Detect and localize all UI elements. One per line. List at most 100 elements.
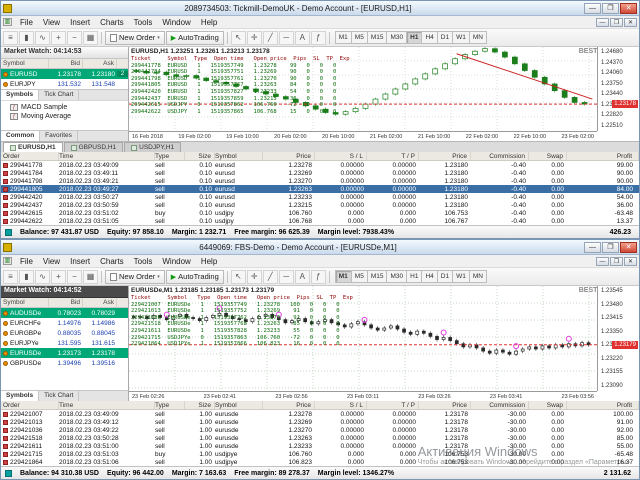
market-watch-row[interactable]: AUDUSDe 0.78023 0.78029 (1, 308, 128, 318)
line-chart-icon[interactable]: ∿ (35, 269, 50, 284)
orders-column-t-p[interactable]: T / P (367, 401, 419, 409)
orders-column-s-l[interactable]: S / L (315, 401, 367, 409)
indicators-icon[interactable]: ƒ (310, 269, 326, 284)
tile-windows-icon[interactable]: ▦ (83, 30, 98, 45)
tile-windows-icon[interactable]: ▦ (83, 269, 98, 284)
orders-column-size[interactable]: Size (185, 152, 215, 160)
order-row[interactable]: 229421864 2018.02.23 03:51:06 sell 1.00 usdj… (1, 458, 639, 466)
text-label-icon[interactable]: A (294, 269, 310, 284)
tab-common[interactable]: Common (1, 131, 41, 141)
zoom-in-icon[interactable]: + (51, 269, 66, 284)
timeframe-button-m1[interactable]: M1 (334, 270, 352, 283)
orders-column-price[interactable]: Price (263, 152, 315, 160)
order-row[interactable]: 299441784 2018.02.23 03:49:11 sell 0.10 euru… (1, 169, 639, 177)
minimize-button[interactable]: — (584, 241, 601, 253)
menu-item-window[interactable]: Window (157, 17, 195, 28)
horizontal-line-icon[interactable]: ─ (278, 269, 294, 284)
mdi-minimize-button[interactable]: — (596, 256, 609, 266)
orders-column-type[interactable]: Type (155, 152, 185, 160)
order-row[interactable]: 299442437 2018.02.23 03:50:59 sell 0.10 euru… (1, 201, 639, 209)
market-watch-column-ask[interactable]: Ask (83, 59, 117, 68)
order-row[interactable]: 299442615 2018.02.23 03:51:02 buy 0.10 usdjp… (1, 209, 639, 217)
mdi-minimize-button[interactable]: — (596, 17, 609, 27)
timeframe-button-m5[interactable]: M5 (351, 31, 368, 44)
bar-chart-icon[interactable]: ≡ (3, 269, 18, 284)
menu-item-window[interactable]: Window (157, 256, 195, 267)
orders-column-t-p[interactable]: T / P (367, 152, 419, 160)
menu-item-insert[interactable]: Insert (65, 17, 95, 28)
market-watch-column-ask[interactable]: Ask (83, 298, 117, 307)
timeframe-button-m15[interactable]: M15 (367, 31, 388, 44)
menu-item-tools[interactable]: Tools (129, 256, 158, 267)
order-row[interactable]: 299441798 2018.02.23 03:49:21 sell 0.10 euru… (1, 177, 639, 185)
order-row[interactable]: 229421036 2018.02.23 03:49:22 sell 1.00 euru… (1, 426, 639, 434)
order-row[interactable]: 299441778 2018.02.23 03:49:09 sell 0.10 euru… (1, 161, 639, 169)
menu-item-file[interactable]: File (15, 256, 38, 267)
timeframe-button-m30[interactable]: M30 (387, 31, 408, 44)
tab-favorites[interactable]: Favorites (40, 131, 78, 141)
market-watch-row[interactable]: EURCHFe 1.14976 1.14986 (1, 318, 128, 328)
orders-column-swap[interactable]: Swap (529, 152, 567, 160)
titlebar[interactable]: 6449069: FBS-Demo - Demo Account - [EURU… (1, 240, 639, 255)
mdi-close-button[interactable]: ✕ (624, 256, 637, 266)
close-button[interactable]: ✕ (620, 241, 637, 253)
crosshair-icon[interactable]: ✛ (246, 30, 262, 45)
order-row[interactable]: 229421007 2018.02.23 03:49:09 sell 1.00 euru… (1, 410, 639, 418)
orders-column-commission[interactable]: Commission (471, 152, 529, 160)
timeframe-button-m5[interactable]: M5 (351, 270, 368, 283)
navigator-item-moving-average[interactable]: ƒ Moving Average (1, 112, 128, 121)
zoom-out-icon[interactable]: − (67, 269, 82, 284)
menu-item-file[interactable]: File (15, 17, 38, 28)
crosshair-icon[interactable]: ✛ (246, 269, 262, 284)
mdi-restore-button[interactable]: ❐ (610, 17, 623, 27)
order-row[interactable]: 299442420 2018.02.23 03:50:27 sell 0.10 euru… (1, 193, 639, 201)
chart-tab-eurusd-h1[interactable]: EURUSD,H1 (3, 142, 63, 152)
menu-item-insert[interactable]: Insert (65, 256, 95, 267)
market-watch-row[interactable]: EURJPYe 131.595 131.615 (1, 338, 128, 348)
market-watch-row[interactable]: EURJPY 131.532 131.548 (1, 79, 128, 89)
orders-column-price[interactable]: Price (419, 152, 471, 160)
menu-item-view[interactable]: View (38, 17, 65, 28)
timeframe-button-mn[interactable]: MN (469, 270, 487, 283)
tab-symbols[interactable]: Symbols (1, 391, 40, 401)
maximize-button[interactable]: ❐ (602, 2, 619, 14)
orders-column-price[interactable]: Price (419, 401, 471, 409)
menu-item-help[interactable]: Help (196, 256, 222, 267)
order-row[interactable]: 299442622 2018.02.23 03:51:05 sell 0.10 usdj… (1, 217, 639, 225)
cursor-icon[interactable]: ↖ (230, 269, 246, 284)
market-watch-column-symbol[interactable]: Symbol (1, 59, 49, 68)
orders-column-commission[interactable]: Commission (471, 401, 529, 409)
menu-item-charts[interactable]: Charts (95, 17, 129, 28)
minimize-button[interactable]: — (584, 2, 601, 14)
market-watch-row[interactable]: GBPUSDe 1.39496 1.39516 (1, 358, 128, 368)
text-label-icon[interactable]: A (294, 30, 310, 45)
line-chart-icon[interactable]: ∿ (35, 30, 50, 45)
order-row[interactable]: 229421518 2018.02.23 03:50:28 sell 1.00 euru… (1, 434, 639, 442)
orders-column-profit[interactable]: Profit (567, 401, 639, 409)
tab-tick-chart[interactable]: Tick Chart (39, 391, 80, 401)
cursor-icon[interactable]: ↖ (230, 30, 246, 45)
menu-item-tools[interactable]: Tools (129, 17, 158, 28)
navigator-item-macd-sample[interactable]: ƒ MACD Sample (1, 103, 128, 112)
orders-column-profit[interactable]: Profit (567, 152, 639, 160)
menu-item-view[interactable]: View (38, 256, 65, 267)
autotrading-button[interactable]: ▶ AutoTrading (165, 30, 224, 45)
tab-symbols[interactable]: Symbols (1, 90, 40, 100)
tab-tick-chart[interactable]: Tick Chart (39, 90, 80, 100)
titlebar[interactable]: 2089734503: Tickmill-DemoUK - Demo Accou… (1, 1, 639, 16)
orders-column-swap[interactable]: Swap (529, 401, 567, 409)
chart-tab-gbpusd-h1[interactable]: GBPUSD,H1 (63, 142, 124, 152)
menu-item-charts[interactable]: Charts (95, 256, 129, 267)
candlestick-chart-icon[interactable]: ▮ (19, 30, 34, 45)
orders-column-type[interactable]: Type (155, 401, 185, 409)
timeframe-button-d1[interactable]: D1 (437, 270, 454, 283)
timeframe-button-m15[interactable]: M15 (367, 270, 388, 283)
orders-column-time[interactable]: Time (59, 401, 155, 409)
zoom-out-icon[interactable]: − (67, 30, 82, 45)
chart-tab-usdjpy-h1[interactable]: USDJPY,H1 (124, 142, 182, 152)
timeframe-button-w1[interactable]: W1 (453, 270, 470, 283)
close-button[interactable]: ✕ (620, 2, 637, 14)
candlestick-chart-icon[interactable]: ▮ (19, 269, 34, 284)
orders-column-order[interactable]: Order (1, 401, 59, 409)
mdi-close-button[interactable]: ✕ (624, 17, 637, 27)
